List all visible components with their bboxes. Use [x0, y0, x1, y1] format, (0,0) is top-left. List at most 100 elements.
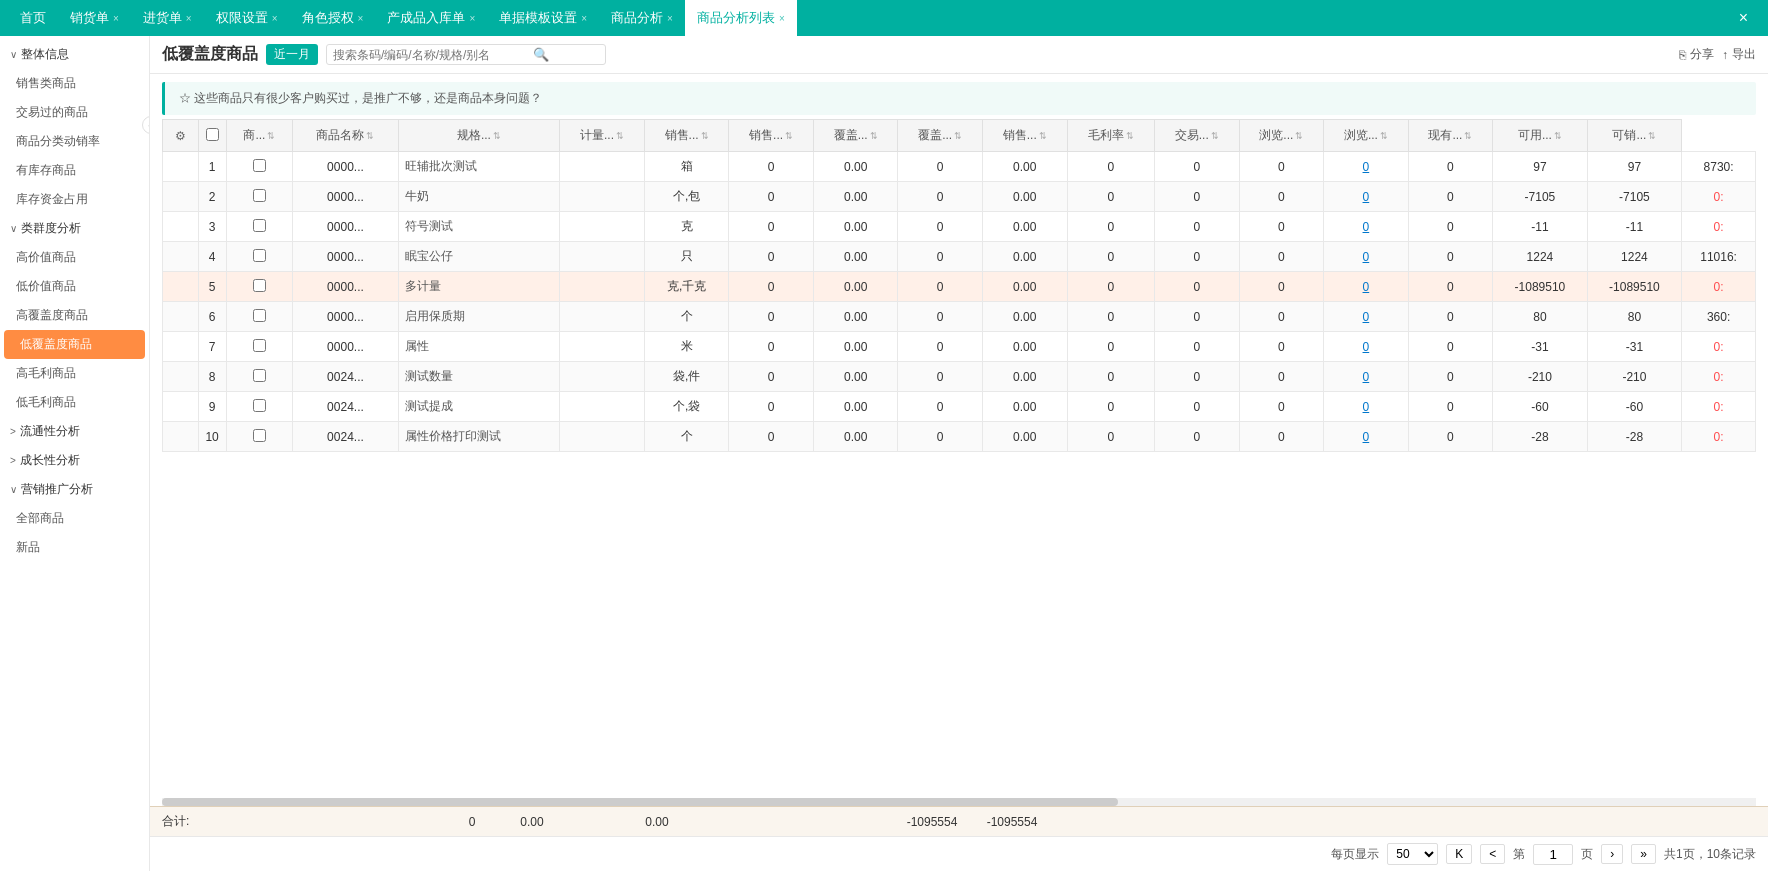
sidebar-section-group-analysis[interactable]: ∨ 类群度分析	[0, 214, 149, 243]
row-checkbox[interactable]	[253, 369, 266, 382]
close-icon[interactable]: ×	[667, 13, 673, 24]
row-name-cell[interactable]: 多计量	[398, 272, 560, 302]
row-browse1-cell[interactable]: 0	[1324, 272, 1409, 302]
sidebar-section-growth[interactable]: > 成长性分析	[0, 446, 149, 475]
nav-product-inbound[interactable]: 产成品入库单 ×	[375, 0, 487, 36]
sellable-col-header[interactable]: 可销...⇅	[1587, 120, 1681, 152]
gross-margin-col-header[interactable]: 毛利率⇅	[1067, 120, 1154, 152]
sidebar-item-sales-products[interactable]: 销售类商品	[0, 69, 149, 98]
row-checkbox-cell[interactable]	[226, 362, 293, 392]
close-icon[interactable]: ×	[469, 13, 475, 24]
transaction-col-header[interactable]: 交易...⇅	[1155, 120, 1240, 152]
row-checkbox-cell[interactable]	[226, 152, 293, 182]
sales-qty-col-header[interactable]: 销售...⇅	[644, 120, 729, 152]
sales3-col-header[interactable]: 销售...⇅	[982, 120, 1067, 152]
row-checkbox-cell[interactable]	[226, 422, 293, 452]
row-browse1-cell[interactable]: 0	[1324, 302, 1409, 332]
sidebar-item-inventory-capital[interactable]: 库存资金占用	[0, 185, 149, 214]
row-browse1-cell[interactable]: 0	[1324, 332, 1409, 362]
row-name-cell[interactable]: 眠宝公仔	[398, 242, 560, 272]
nav-role-auth[interactable]: 角色授权 ×	[290, 0, 376, 36]
browse-link[interactable]: 0	[1363, 370, 1370, 384]
row-checkbox-cell[interactable]	[226, 182, 293, 212]
browse-link[interactable]: 0	[1363, 310, 1370, 324]
sidebar-item-category-turnover[interactable]: 商品分类动销率	[0, 127, 149, 156]
row-browse1-cell[interactable]: 0	[1324, 152, 1409, 182]
current-stock-col-header[interactable]: 现有...⇅	[1408, 120, 1493, 152]
nav-product-analysis[interactable]: 商品分析 ×	[599, 0, 685, 36]
row-name-cell[interactable]: 属性	[398, 332, 560, 362]
row-browse1-cell[interactable]: 0	[1324, 362, 1409, 392]
row-name-cell[interactable]: 测试提成	[398, 392, 560, 422]
browse-link[interactable]: 0	[1363, 250, 1370, 264]
settings-col-header[interactable]: ⚙	[163, 120, 199, 152]
sidebar-section-liquidity[interactable]: > 流通性分析	[0, 417, 149, 446]
sidebar-item-high-margin[interactable]: 高毛利商品	[0, 359, 149, 388]
data-table-container[interactable]: ⚙ 商...⇅ 商品名称⇅ 规格...⇅ 计量...⇅ 销售...⇅ 销售...…	[162, 119, 1756, 798]
code-col-header[interactable]: 商...⇅	[226, 120, 293, 152]
row-name-cell[interactable]: 符号测试	[398, 212, 560, 242]
last-page-button[interactable]: »	[1631, 844, 1656, 864]
filter-recent-month-button[interactable]: 近一月	[266, 44, 318, 65]
browse2-col-header[interactable]: 浏览...⇅	[1324, 120, 1409, 152]
export-button[interactable]: ↑ 导出	[1722, 46, 1756, 63]
share-button[interactable]: ⎘ 分享	[1679, 46, 1714, 63]
row-browse1-cell[interactable]: 0	[1324, 182, 1409, 212]
close-icon[interactable]: ×	[779, 13, 785, 24]
per-page-select[interactable]: 50 100 200	[1387, 843, 1438, 865]
row-browse1-cell[interactable]: 0	[1324, 392, 1409, 422]
sidebar-item-high-value[interactable]: 高价值商品	[0, 243, 149, 272]
sidebar-item-inventory-products[interactable]: 有库存商品	[0, 156, 149, 185]
coverage1-col-header[interactable]: 覆盖...⇅	[813, 120, 898, 152]
spec-col-header[interactable]: 规格...⇅	[398, 120, 560, 152]
browse-link[interactable]: 0	[1363, 160, 1370, 174]
row-checkbox[interactable]	[253, 429, 266, 442]
row-checkbox-cell[interactable]	[226, 272, 293, 302]
scrollbar-thumb[interactable]	[162, 798, 1118, 806]
row-browse1-cell[interactable]: 0	[1324, 212, 1409, 242]
row-checkbox[interactable]	[253, 339, 266, 352]
sidebar-item-low-value[interactable]: 低价值商品	[0, 272, 149, 301]
row-checkbox[interactable]	[253, 279, 266, 292]
row-name-cell[interactable]: 测试数量	[398, 362, 560, 392]
sidebar-item-low-margin[interactable]: 低毛利商品	[0, 388, 149, 417]
row-checkbox[interactable]	[253, 189, 266, 202]
sidebar-section-marketing[interactable]: ∨ 营销推广分析	[0, 475, 149, 504]
browse-link[interactable]: 0	[1363, 280, 1370, 294]
row-name-cell[interactable]: 旺辅批次测试	[398, 152, 560, 182]
row-checkbox-cell[interactable]	[226, 392, 293, 422]
nav-product-analysis-list[interactable]: 商品分析列表 ×	[685, 0, 797, 36]
row-checkbox[interactable]	[253, 249, 266, 262]
close-icon[interactable]: ×	[186, 13, 192, 24]
sales-amt-col-header[interactable]: 销售...⇅	[729, 120, 814, 152]
close-icon[interactable]: ×	[358, 13, 364, 24]
browse-link[interactable]: 0	[1363, 220, 1370, 234]
name-col-header[interactable]: 商品名称⇅	[293, 120, 398, 152]
row-browse1-cell[interactable]: 0	[1324, 422, 1409, 452]
first-page-button[interactable]: K	[1446, 844, 1472, 864]
close-icon[interactable]: ×	[581, 13, 587, 24]
sidebar-item-all-products[interactable]: 全部商品	[0, 504, 149, 533]
row-checkbox[interactable]	[253, 219, 266, 232]
row-browse1-cell[interactable]: 0	[1324, 242, 1409, 272]
unit-col-header[interactable]: 计量...⇅	[560, 120, 645, 152]
browse-link[interactable]: 0	[1363, 430, 1370, 444]
row-checkbox-cell[interactable]	[226, 302, 293, 332]
sidebar-item-low-coverage[interactable]: 低覆盖度商品	[4, 330, 145, 359]
available-stock-col-header[interactable]: 可用...⇅	[1493, 120, 1587, 152]
browse-link[interactable]: 0	[1363, 400, 1370, 414]
sidebar-item-high-coverage[interactable]: 高覆盖度商品	[0, 301, 149, 330]
checkbox-col-header[interactable]	[198, 120, 226, 152]
nav-template-settings[interactable]: 单据模板设置 ×	[487, 0, 599, 36]
search-input[interactable]	[333, 48, 533, 62]
row-checkbox-cell[interactable]	[226, 212, 293, 242]
row-name-cell[interactable]: 启用保质期	[398, 302, 560, 332]
browse-link[interactable]: 0	[1363, 340, 1370, 354]
browse1-col-header[interactable]: 浏览...⇅	[1239, 120, 1324, 152]
close-icon[interactable]: ×	[272, 13, 278, 24]
search-icon[interactable]: 🔍	[533, 47, 549, 62]
row-checkbox-cell[interactable]	[226, 242, 293, 272]
select-all-checkbox[interactable]	[206, 128, 219, 141]
next-page-button[interactable]: ›	[1601, 844, 1623, 864]
close-icon[interactable]: ×	[113, 13, 119, 24]
